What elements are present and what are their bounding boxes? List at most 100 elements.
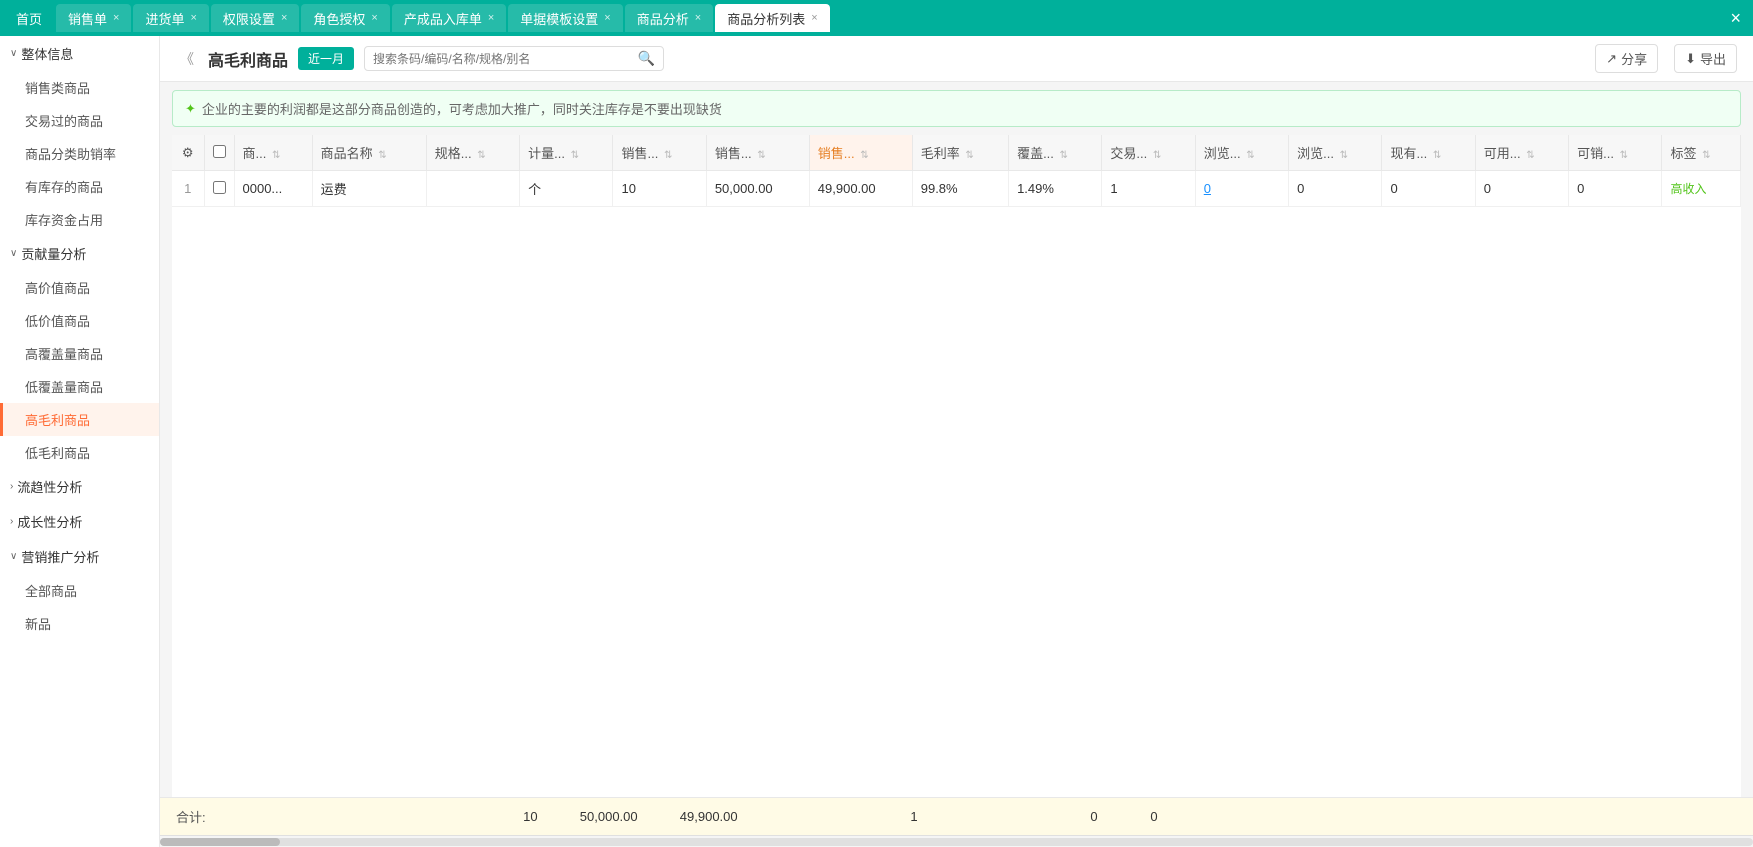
sales-amount-column-header[interactable]: 销售... ⇅ <box>706 135 809 171</box>
tab-form-template[interactable]: 单据模板设置 × <box>508 4 622 32</box>
sidebar-group-overall-info[interactable]: ∨ 整体信息 <box>0 36 159 71</box>
sellable-column-header[interactable]: 可销... ⇅ <box>1569 135 1662 171</box>
tag-column-header[interactable]: 标签 ⇅ <box>1662 135 1741 171</box>
tab-close-purchase-order[interactable]: × <box>190 12 196 24</box>
scroll-track[interactable] <box>160 838 1753 846</box>
search-input[interactable] <box>373 52 632 66</box>
main-layout: ∨ 整体信息 销售类商品 交易过的商品 商品分类助销率 有库存的商品 库存资金占… <box>0 36 1753 847</box>
sidebar-collapse-button[interactable]: 《 <box>176 45 198 73</box>
tab-product-entry[interactable]: 产成品入库单 × <box>392 4 506 32</box>
settings-column-header[interactable]: ⚙ <box>172 135 204 171</box>
row-sellable: 0 <box>1569 171 1662 207</box>
export-button[interactable]: ⬇ 导出 <box>1674 44 1737 73</box>
sidebar-group-marketing-label: 营销推广分析 <box>21 547 99 566</box>
sidebar-group-growth-analysis[interactable]: › 成长性分析 <box>0 504 159 539</box>
row-sales-qty: 10 <box>613 171 706 207</box>
tab-product-analysis[interactable]: 商品分析 × <box>625 4 713 32</box>
transactions-column-header[interactable]: 交易... ⇅ <box>1102 135 1195 171</box>
current-stock-column-header[interactable]: 现有... ⇅ <box>1382 135 1475 171</box>
time-filter-button[interactable]: 近一月 <box>298 47 354 70</box>
sidebar-group-marketing-analysis[interactable]: ∨ 营销推广分析 <box>0 539 159 574</box>
sidebar: ∨ 整体信息 销售类商品 交易过的商品 商品分类助销率 有库存的商品 库存资金占… <box>0 36 160 847</box>
tab-close-product-analysis[interactable]: × <box>695 12 701 24</box>
app-close-button[interactable]: × <box>1722 8 1749 29</box>
scroll-thumb[interactable] <box>160 838 280 846</box>
home-tab-label: 首页 <box>16 9 42 28</box>
sort-icon-tag: ⇅ <box>1702 150 1710 161</box>
unit-column-header[interactable]: 计量... ⇅ <box>520 135 613 171</box>
row-select-checkbox[interactable] <box>213 181 226 194</box>
tab-home[interactable]: 首页 <box>4 4 54 32</box>
row-checkbox[interactable] <box>204 171 234 207</box>
tab-product-analysis-list[interactable]: 商品分析列表 × <box>715 4 829 32</box>
sidebar-item-high-margin[interactable]: 高毛利商品 <box>0 403 159 436</box>
role-permissions-label: 角色授权 <box>313 9 365 28</box>
sidebar-item-in-stock-goods[interactable]: 有库存的商品 <box>0 170 159 203</box>
horizontal-scrollbar[interactable] <box>160 835 1753 847</box>
tab-close-product-entry[interactable]: × <box>488 12 494 24</box>
row-views2: 0 <box>1289 171 1382 207</box>
search-icon[interactable]: 🔍 <box>638 50 655 67</box>
sidebar-item-low-margin[interactable]: 低毛利商品 <box>0 436 159 469</box>
content-area: 《 高毛利商品 近一月 🔍 ↗ 分享 ⬇ 导出 ✦ 企业的主要的利润都是这部分商… <box>160 36 1753 847</box>
row-gross-margin: 99.8% <box>912 171 1008 207</box>
sidebar-group-contribution-label: 贡献量分析 <box>21 244 86 263</box>
data-table-container[interactable]: ⚙ 商... ⇅ 商品名称 ⇅ <box>172 135 1741 797</box>
share-button[interactable]: ↗ 分享 <box>1595 44 1658 73</box>
coverage-column-header[interactable]: 覆盖... ⇅ <box>1009 135 1102 171</box>
sidebar-group-overall-info-label: 整体信息 <box>21 44 73 63</box>
select-all-checkbox[interactable] <box>213 145 226 158</box>
row-coverage: 1.49% <box>1009 171 1102 207</box>
sidebar-item-traded-goods[interactable]: 交易过的商品 <box>0 104 159 137</box>
sort-icon-available-stock: ⇅ <box>1526 150 1534 161</box>
row-sales-amount: 50,000.00 <box>706 171 809 207</box>
sales-qty-column-header[interactable]: 销售... ⇅ <box>613 135 706 171</box>
tab-permission-settings[interactable]: 权限设置 × <box>211 4 299 32</box>
footer-available-stock: 0 <box>1106 809 1166 824</box>
share-label: 分享 <box>1621 49 1647 68</box>
checkbox-column-header[interactable] <box>204 135 234 171</box>
sidebar-group-trend-analysis[interactable]: › 流趋性分析 <box>0 469 159 504</box>
tab-purchase-order[interactable]: 进货单 × <box>133 4 208 32</box>
sidebar-item-sales-goods[interactable]: 销售类商品 <box>0 71 159 104</box>
sort-icon-name: ⇅ <box>378 150 386 161</box>
sidebar-group-contribution-analysis[interactable]: ∨ 贡献量分析 <box>0 236 159 271</box>
tab-role-permissions[interactable]: 角色授权 × <box>301 4 389 32</box>
spec-column-header[interactable]: 规格... ⇅ <box>426 135 519 171</box>
tab-sales-order[interactable]: 销售单 × <box>56 4 131 32</box>
name-column-header[interactable]: 商品名称 ⇅ <box>312 135 426 171</box>
row-views1[interactable]: 0 <box>1195 171 1288 207</box>
sort-icon-current-stock: ⇅ <box>1433 150 1441 161</box>
info-banner-text: 企业的主要的利润都是这部分商品创造的，可考虑加大推广，同时关注库存是不要出现缺货 <box>202 99 722 118</box>
row-code[interactable]: 0000... <box>234 171 312 207</box>
sales-order-label: 销售单 <box>68 9 107 28</box>
settings-icon[interactable]: ⚙ <box>182 145 194 160</box>
sidebar-item-high-coverage[interactable]: 高覆盖量商品 <box>0 337 159 370</box>
sidebar-item-all-goods[interactable]: 全部商品 <box>0 574 159 607</box>
tab-close-product-analysis-list[interactable]: × <box>811 12 817 24</box>
gross-margin-column-header[interactable]: 毛利率 ⇅ <box>912 135 1008 171</box>
sidebar-item-new-products[interactable]: 新品 <box>0 607 159 640</box>
tab-close-permission-settings[interactable]: × <box>281 12 287 24</box>
row-tag: 高收入 <box>1662 171 1741 207</box>
code-column-header[interactable]: 商... ⇅ <box>234 135 312 171</box>
sidebar-item-high-value[interactable]: 高价值商品 <box>0 271 159 304</box>
views2-column-header[interactable]: 浏览... ⇅ <box>1289 135 1382 171</box>
footer-sales-profit: 49,900.00 <box>646 809 746 824</box>
tab-close-form-template[interactable]: × <box>604 12 610 24</box>
row-name[interactable]: 运费 <box>312 171 426 207</box>
sidebar-item-stock-capital[interactable]: 库存资金占用 <box>0 203 159 236</box>
sidebar-item-category-rate[interactable]: 商品分类助销率 <box>0 137 159 170</box>
sales-profit-column-header[interactable]: 销售... ⇅ <box>809 135 912 171</box>
views1-column-header[interactable]: 浏览... ⇅ <box>1195 135 1288 171</box>
row-transactions: 1 <box>1102 171 1195 207</box>
tab-close-role-permissions[interactable]: × <box>371 12 377 24</box>
product-analysis-list-label: 商品分析列表 <box>727 9 805 28</box>
form-template-label: 单据模板设置 <box>520 9 598 28</box>
tab-close-sales-order[interactable]: × <box>113 12 119 24</box>
sidebar-item-low-value[interactable]: 低价值商品 <box>0 304 159 337</box>
sidebar-item-low-coverage[interactable]: 低覆盖量商品 <box>0 370 159 403</box>
available-stock-column-header[interactable]: 可用... ⇅ <box>1475 135 1568 171</box>
sort-icon-sales-profit: ⇅ <box>860 150 868 161</box>
row-unit: 个 <box>520 171 613 207</box>
